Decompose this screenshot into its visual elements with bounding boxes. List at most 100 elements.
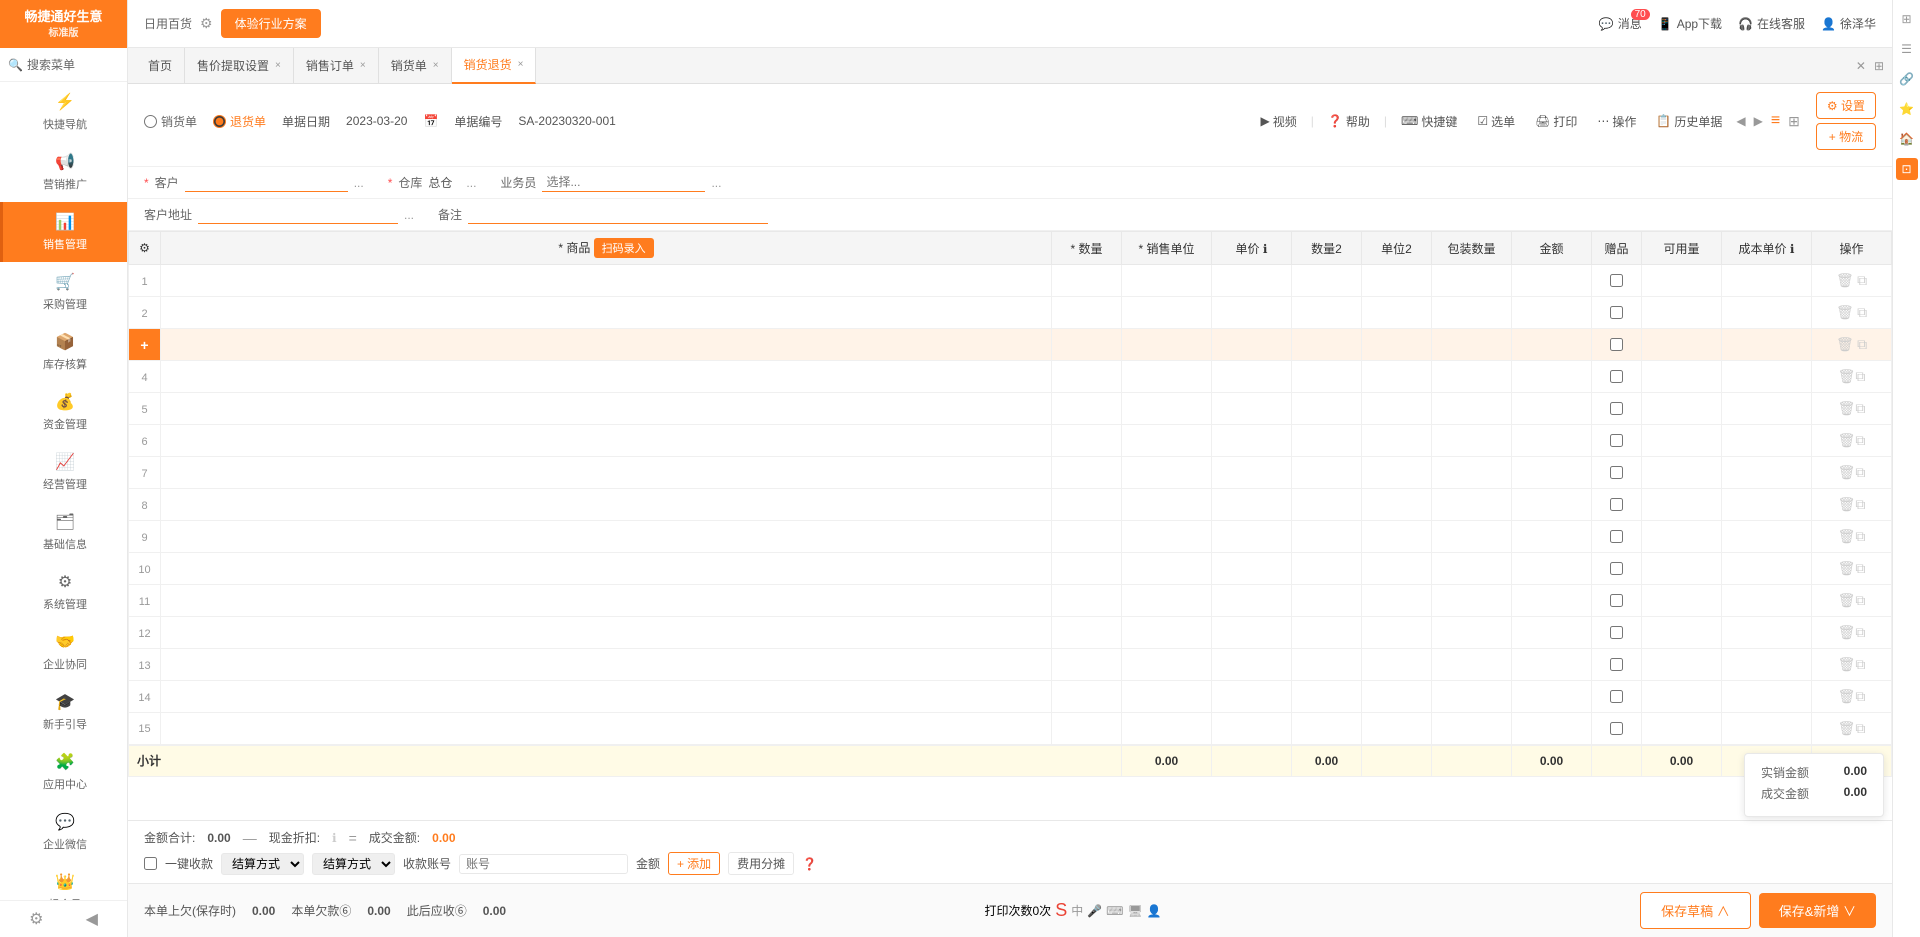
- copy-icon[interactable]: ⧉: [1855, 464, 1865, 480]
- copy-icon[interactable]: ⧉: [1855, 368, 1865, 384]
- select-btn[interactable]: ☑ 选单: [1471, 111, 1521, 132]
- right-panel-btn-2[interactable]: ☰: [1896, 38, 1918, 60]
- new-unit2-cell[interactable]: [1362, 329, 1432, 361]
- scan-input-btn[interactable]: 扫码录入: [594, 238, 654, 258]
- gift-checkbox[interactable]: [1610, 594, 1623, 607]
- experience-btn[interactable]: 体验行业方案: [221, 9, 321, 38]
- right-panel-btn-3[interactable]: 🔗: [1896, 68, 1918, 90]
- delete-icon[interactable]: 🗑: [1838, 720, 1856, 736]
- tab-sales-return-close[interactable]: ×: [518, 59, 524, 70]
- gift-cell[interactable]: [1592, 265, 1642, 297]
- col-settings-icon[interactable]: ⚙: [139, 241, 150, 255]
- remark-input[interactable]: [468, 205, 768, 224]
- tab-price-setting[interactable]: 售价提取设置 ×: [185, 48, 294, 84]
- right-panel-btn-active[interactable]: ⊡: [1896, 158, 1918, 180]
- new-pack-qty-cell[interactable]: [1432, 329, 1512, 361]
- gift-checkbox[interactable]: [1610, 274, 1623, 287]
- unit-price-cell[interactable]: [1212, 297, 1292, 329]
- copy-icon[interactable]: ⧉: [1855, 528, 1865, 544]
- sidebar-item-quick-nav[interactable]: ⚡ 快捷导航: [0, 82, 127, 142]
- product-cell[interactable]: [161, 297, 1052, 329]
- sidebar-item-enterprise[interactable]: 🤝 企业协同: [0, 622, 127, 682]
- sidebar-item-system[interactable]: ⚙ 系统管理: [0, 562, 127, 622]
- search-menu[interactable]: 🔍 搜索菜单: [0, 48, 127, 82]
- unit-price-cell[interactable]: [1212, 265, 1292, 297]
- delete-icon[interactable]: 🗑: [1838, 656, 1856, 672]
- tab-price-setting-close[interactable]: ×: [275, 60, 281, 71]
- delete-icon[interactable]: 🗑: [1836, 272, 1854, 288]
- cost-unit-cell[interactable]: [1722, 265, 1812, 297]
- delete-icon[interactable]: 🗑: [1838, 400, 1856, 416]
- col-settings[interactable]: ⚙: [129, 232, 161, 265]
- gift-cell[interactable]: [1592, 297, 1642, 329]
- gift-checkbox[interactable]: [1610, 466, 1623, 479]
- sidebar-item-newbie[interactable]: 🎓 新手引导: [0, 682, 127, 742]
- copy-icon[interactable]: ⧉: [1855, 496, 1865, 512]
- copy-icon[interactable]: ⧉: [1855, 400, 1865, 416]
- nav-prev-icon[interactable]: ◀: [1736, 114, 1745, 128]
- gift-checkbox[interactable]: [1610, 722, 1623, 735]
- salesperson-dots-btn[interactable]: ...: [711, 176, 721, 190]
- radio-delivery[interactable]: 销货单: [144, 113, 197, 130]
- payment-help-icon[interactable]: ❓: [802, 857, 817, 871]
- user-profile-btn[interactable]: 👤 徐泽华: [1821, 15, 1876, 32]
- sidebar-item-base[interactable]: 🗂 基础信息: [0, 502, 127, 562]
- view-list-icon[interactable]: ≡: [1771, 112, 1780, 130]
- breadcrumb-settings-icon[interactable]: ⚙: [200, 15, 213, 32]
- customer-dots-btn[interactable]: ...: [354, 176, 364, 190]
- right-panel-btn-4[interactable]: ⭐: [1896, 98, 1918, 120]
- video-btn[interactable]: ▶ 视频: [1255, 111, 1303, 132]
- print-btn[interactable]: 🖨 打印: [1529, 111, 1583, 132]
- tab-home[interactable]: 首页: [136, 48, 185, 84]
- delete-icon[interactable]: 🗑: [1838, 464, 1856, 480]
- method-select[interactable]: 结算方式: [221, 853, 304, 875]
- keyboard-layout-icon[interactable]: 中: [1071, 902, 1083, 919]
- voice-icon[interactable]: 🎤: [1087, 904, 1102, 918]
- new-cost-unit-cell[interactable]: [1722, 329, 1812, 361]
- shortcuts-btn[interactable]: ⌨ 快捷键: [1395, 111, 1463, 132]
- add-row-btn[interactable]: +: [136, 336, 154, 354]
- qty2-cell[interactable]: [1292, 297, 1362, 329]
- sidebar-item-marketing[interactable]: 📢 营销推广: [0, 142, 127, 202]
- new-amount-cell[interactable]: [1512, 329, 1592, 361]
- unit2-cell[interactable]: [1362, 265, 1432, 297]
- help-btn[interactable]: ❓ 帮助: [1322, 111, 1376, 132]
- available-cell[interactable]: [1642, 297, 1722, 329]
- gift-checkbox[interactable]: [1610, 306, 1623, 319]
- copy-icon[interactable]: ⧉: [1855, 592, 1865, 608]
- message-btn[interactable]: 💬 消息 70: [1599, 15, 1642, 32]
- copy-icon[interactable]: ⧉: [1855, 624, 1865, 640]
- collapse-icon[interactable]: ◀: [86, 909, 98, 929]
- gift-checkbox[interactable]: [1610, 562, 1623, 575]
- tab-grid-icon[interactable]: ⊞: [1874, 59, 1884, 73]
- gift-checkbox[interactable]: [1610, 626, 1623, 639]
- sales-unit-cell[interactable]: [1122, 265, 1212, 297]
- gift-checkbox[interactable]: [1610, 370, 1623, 383]
- delete-icon[interactable]: 🗑: [1838, 432, 1856, 448]
- keyboard-icon2[interactable]: ⌨: [1106, 904, 1123, 918]
- cost-unit-cell[interactable]: [1722, 297, 1812, 329]
- tab-close-all-icon[interactable]: ✕: [1856, 59, 1866, 73]
- new-product-input[interactable]: [165, 337, 1047, 352]
- customer-addr-input[interactable]: [198, 205, 398, 224]
- new-gift-cell[interactable]: [1592, 329, 1642, 361]
- copy-icon[interactable]: ⧉: [1857, 336, 1867, 352]
- gift-checkbox[interactable]: [1610, 530, 1623, 543]
- radio-return-input[interactable]: [213, 115, 226, 128]
- copy-icon[interactable]: ⧉: [1855, 720, 1865, 736]
- one-click-payment-checkbox[interactable]: [144, 857, 157, 870]
- sidebar-item-sales[interactable]: 📊 销售管理: [0, 202, 127, 262]
- pack-qty-cell[interactable]: [1432, 297, 1512, 329]
- date-value[interactable]: 2023-03-20: [346, 114, 407, 128]
- add-payment-btn[interactable]: + 添加: [668, 852, 720, 875]
- calendar-icon[interactable]: 📅: [423, 114, 438, 128]
- sidebar-item-member[interactable]: 👑 畅会员: [0, 862, 127, 900]
- view-grid-icon[interactable]: ⊞: [1788, 113, 1800, 130]
- sidebar-item-app-center[interactable]: 🧩 应用中心: [0, 742, 127, 802]
- calc-select[interactable]: 结算方式: [312, 853, 395, 875]
- right-panel-btn-5[interactable]: 🏠: [1896, 128, 1918, 150]
- qty-cell[interactable]: [1052, 297, 1122, 329]
- expense-split-btn[interactable]: 费用分摊: [728, 852, 794, 875]
- sales-unit-cell[interactable]: [1122, 297, 1212, 329]
- new-available-cell[interactable]: [1642, 329, 1722, 361]
